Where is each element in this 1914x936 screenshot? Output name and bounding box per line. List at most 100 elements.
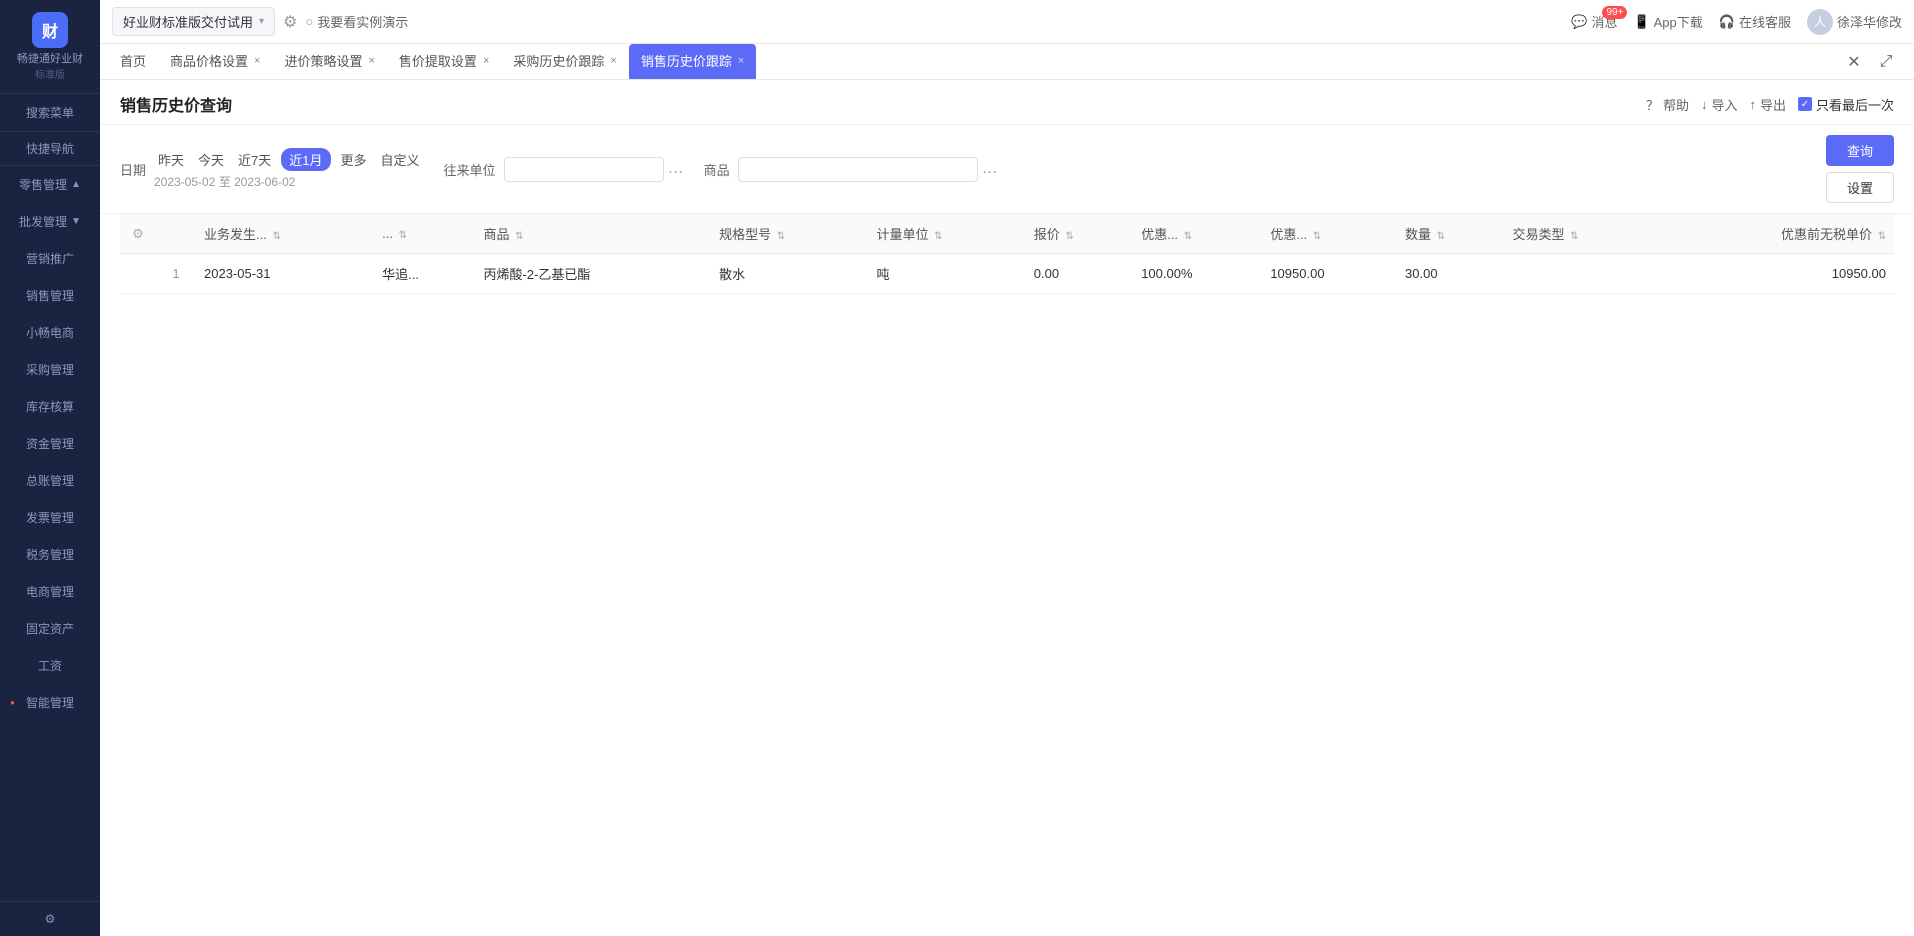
row-trade-type-cell bbox=[1504, 254, 1661, 294]
row-price-cell: 0.00 bbox=[1026, 254, 1133, 294]
sidebar-item-sales[interactable]: 销售管理 bbox=[0, 277, 100, 314]
sidebar-item-xiaochang[interactable]: 小畅电商 bbox=[0, 314, 100, 351]
col-unit-header[interactable]: 计量单位 ⇅ bbox=[868, 214, 1025, 254]
sidebar-settings[interactable]: ⚙ bbox=[0, 901, 100, 936]
tab-purchase-history[interactable]: 采购历史价跟踪 × bbox=[501, 44, 628, 79]
sidebar-search[interactable]: 搜索菜单 bbox=[0, 94, 100, 132]
sort-icon: ⇅ bbox=[934, 231, 942, 242]
sidebar-item-finance[interactable]: 资金管理 bbox=[0, 425, 100, 462]
close-icon[interactable]: × bbox=[483, 55, 489, 67]
user-name: 徐泽华修改 bbox=[1837, 12, 1902, 31]
import-button[interactable]: ↓ 导入 bbox=[1701, 95, 1738, 114]
sidebar-item-retail[interactable]: 零售管理 ▲ bbox=[0, 166, 100, 203]
message-button[interactable]: 💬 消息 99+ bbox=[1571, 12, 1617, 31]
sidebar-item-marketing[interactable]: 营销推广 bbox=[0, 240, 100, 277]
sidebar-item-inventory-label: 库存核算 bbox=[26, 398, 74, 415]
filter-actions: 查询 设置 bbox=[1826, 135, 1894, 203]
filter-bar: 日期 昨天 今天 近7天 近1月 更多 自定义 2023-05-02 至 202… bbox=[100, 125, 1914, 214]
sidebar-item-purchase[interactable]: 采购管理 bbox=[0, 351, 100, 388]
tab-strategy-label: 进价策略设置 bbox=[284, 51, 362, 70]
tab-price-label: 商品价格设置 bbox=[170, 51, 248, 70]
tab-price[interactable]: 商品价格设置 × bbox=[158, 44, 272, 79]
sidebar-item-ecommerce[interactable]: 电商管理 bbox=[0, 573, 100, 610]
tab-home-label: 首页 bbox=[120, 51, 146, 70]
table-row: 1 2023-05-31 华追... 丙烯酸-2-乙基已酯 散水 吨 0.00 … bbox=[120, 254, 1894, 294]
sidebar-item-tax[interactable]: 税务管理 bbox=[0, 536, 100, 573]
demo-link[interactable]: ○ 我要看实例演示 bbox=[305, 12, 408, 31]
topbar-right: 💬 消息 99+ 📱 App下载 🎧 在线客服 人 徐泽华修改 bbox=[1571, 9, 1902, 35]
row-unit-cell: 吨 bbox=[868, 254, 1025, 294]
col-more-header[interactable]: ... ⇅ bbox=[374, 214, 475, 254]
col-product-header[interactable]: 商品 ⇅ bbox=[475, 214, 711, 254]
help-button[interactable]: ？ 帮助 bbox=[1646, 95, 1689, 114]
row-num-cell: 1 bbox=[156, 254, 196, 294]
date-opt-last7[interactable]: 近7天 bbox=[234, 148, 275, 171]
product-input[interactable] bbox=[738, 157, 978, 182]
page-title: 销售历史价查询 bbox=[120, 92, 232, 116]
question-icon: ？ bbox=[1646, 95, 1659, 114]
product-input-group: … bbox=[738, 157, 998, 182]
col-spec-header[interactable]: 规格型号 ⇅ bbox=[711, 214, 868, 254]
sidebar-item-salary[interactable]: 工资 bbox=[0, 647, 100, 684]
only-last-checkbox[interactable]: ✓ 只看最后一次 bbox=[1798, 95, 1894, 114]
avatar: 人 bbox=[1807, 9, 1833, 35]
col-quantity-header[interactable]: 数量 ⇅ bbox=[1397, 214, 1504, 254]
sidebar-item-ecommerce-label: 电商管理 bbox=[26, 583, 74, 600]
date-range: 2023-05-02 至 2023-06-02 bbox=[154, 173, 424, 190]
export-button[interactable]: ↑ 导出 bbox=[1749, 95, 1786, 114]
date-opt-last1m[interactable]: 近1月 bbox=[281, 148, 330, 171]
sidebar-item-smart[interactable]: 智能管理 bbox=[0, 684, 100, 721]
sidebar-quicknav[interactable]: 快捷导航 bbox=[0, 132, 100, 166]
close-icon[interactable]: × bbox=[738, 55, 744, 67]
close-icon[interactable]: × bbox=[254, 55, 260, 67]
col-discount-pct-header[interactable]: 优惠... ⇅ bbox=[1133, 214, 1262, 254]
sidebar-item-ledger[interactable]: 总账管理 bbox=[0, 462, 100, 499]
sidebar-item-invoice[interactable]: 发票管理 bbox=[0, 499, 100, 536]
date-opt-custom[interactable]: 自定义 bbox=[377, 148, 424, 171]
sidebar-item-fixed-assets[interactable]: 固定资产 bbox=[0, 610, 100, 647]
col-pretax-header[interactable]: 优惠前无税单价 ⇅ bbox=[1662, 214, 1894, 254]
sidebar-item-wholesale[interactable]: 批发管理 ▼ bbox=[0, 203, 100, 240]
sidebar-item-retail-label: 零售管理 bbox=[19, 176, 67, 193]
export-icon: ↑ bbox=[1749, 97, 1756, 112]
gear-button[interactable]: ⚙ bbox=[283, 12, 297, 32]
date-opt-today[interactable]: 今天 bbox=[194, 148, 228, 171]
sidebar-item-inventory[interactable]: 库存核算 bbox=[0, 388, 100, 425]
col-gear-header: ⚙ bbox=[120, 214, 156, 254]
partner-input-group: … bbox=[504, 157, 684, 182]
chevron-down-icon: ▼ bbox=[71, 216, 81, 227]
col-price-header[interactable]: 报价 ⇅ bbox=[1026, 214, 1133, 254]
tab-sale-price[interactable]: 售价提取设置 × bbox=[387, 44, 501, 79]
col-discount-val-header[interactable]: 优惠... ⇅ bbox=[1262, 214, 1397, 254]
gear-icon[interactable]: ⚙ bbox=[132, 226, 144, 241]
partner-input[interactable] bbox=[504, 157, 664, 182]
close-panel-button[interactable]: ✕ bbox=[1842, 50, 1866, 74]
tab-strategy[interactable]: 进价策略设置 × bbox=[272, 44, 386, 79]
date-opt-yesterday[interactable]: 昨天 bbox=[154, 148, 188, 171]
date-opt-more[interactable]: 更多 bbox=[337, 148, 371, 171]
table-container: ⚙ 业务发生... ⇅ ... ⇅ 商品 ⇅ bbox=[100, 214, 1914, 314]
partner-filter-group: 往来单位 … bbox=[444, 157, 684, 182]
col-date-header[interactable]: 业务发生... ⇅ bbox=[196, 214, 374, 254]
import-icon: ↓ bbox=[1701, 97, 1708, 112]
user-menu[interactable]: 人 徐泽华修改 bbox=[1807, 9, 1902, 35]
sidebar-item-salary-label: 工资 bbox=[38, 657, 62, 674]
version-selector[interactable]: 好业财标准版交付试用 ▾ bbox=[112, 7, 275, 36]
setting-button[interactable]: 设置 bbox=[1826, 172, 1894, 203]
app-download-button[interactable]: 📱 App下载 bbox=[1633, 12, 1702, 31]
col-trade-type-header[interactable]: 交易类型 ⇅ bbox=[1504, 214, 1661, 254]
sidebar-item-smart-label: 智能管理 bbox=[26, 694, 74, 711]
headset-icon: 🎧 bbox=[1719, 14, 1735, 30]
row-discount-pct-cell: 100.00% bbox=[1133, 254, 1262, 294]
content-area: 销售历史价查询 ？ 帮助 ↓ 导入 ↑ 导出 ✓ 只看最后一次 bbox=[100, 80, 1914, 936]
expand-panel-button[interactable]: ⤢ bbox=[1874, 50, 1898, 74]
query-button[interactable]: 查询 bbox=[1826, 135, 1894, 166]
tab-sales-history[interactable]: 销售历史价跟踪 × bbox=[629, 44, 756, 79]
service-button[interactable]: 🎧 在线客服 bbox=[1719, 12, 1791, 31]
tab-home[interactable]: 首页 bbox=[108, 44, 158, 79]
close-icon[interactable]: × bbox=[610, 55, 616, 67]
product-dots-button[interactable]: … bbox=[982, 160, 998, 178]
partner-dots-button[interactable]: … bbox=[668, 160, 684, 178]
sidebar-item-xiaochang-label: 小畅电商 bbox=[26, 324, 74, 341]
close-icon[interactable]: × bbox=[368, 55, 374, 67]
